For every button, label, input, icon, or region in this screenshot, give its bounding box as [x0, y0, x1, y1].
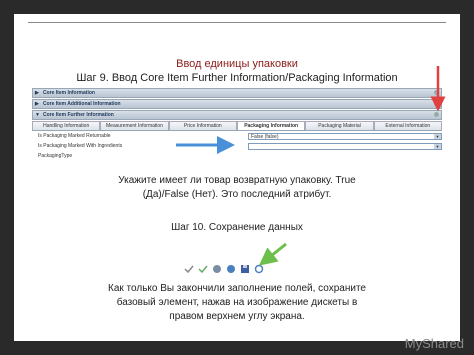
tab-packaging[interactable]: Packaging Information — [236, 121, 306, 130]
close-icon[interactable] — [434, 112, 439, 117]
tab-handling[interactable]: Handling Information — [32, 121, 101, 130]
description-returnable: Укажите имеет ли товар возвратную упаков… — [118, 175, 356, 200]
screenshot-panel: ▶ Core Item Information ▶ Core Item Additi… — [32, 88, 442, 180]
toolbar-icons — [184, 261, 264, 274]
bar-core-item-further[interactable]: ▼ Core Item Further Information — [32, 110, 442, 120]
approve-icon[interactable] — [198, 261, 208, 274]
bar-core-item-additional[interactable]: ▶ Core Item Additional Information — [32, 99, 442, 109]
collapse-icon: ▼ — [35, 112, 40, 118]
refresh-icon[interactable] — [254, 261, 264, 274]
description-save: Как только Вы закончили заполнение полей… — [108, 283, 366, 322]
back-icon[interactable] — [212, 261, 222, 273]
close-icon[interactable] — [434, 90, 439, 95]
field-row: PackagingType — [32, 151, 442, 161]
globe-icon[interactable] — [226, 261, 236, 273]
slide-title: Ввод единицы упаковки — [176, 58, 298, 70]
chevron-down-icon: ▼ — [434, 133, 441, 139]
tab-price[interactable]: Price Information — [168, 121, 237, 130]
expand-icon: ▶ — [35, 90, 39, 96]
close-icon[interactable] — [434, 101, 439, 106]
field-row: Is Packaging Marked Returnable False (fa… — [32, 131, 442, 141]
ingredients-select[interactable]: ▼ — [248, 142, 442, 150]
field-label: Is Packaging Marked With Ingredients — [38, 143, 123, 149]
field-label: Is Packaging Marked Returnable — [38, 133, 111, 139]
step9-heading: Шаг 9. Ввод Core Item Further Informatio… — [76, 72, 398, 84]
tab-strip: Handling Information Measurement Informa… — [32, 121, 442, 131]
step10-heading: Шаг 10. Сохранение данных — [171, 222, 303, 233]
save-icon[interactable] — [240, 261, 250, 273]
green-arrow — [258, 242, 287, 266]
tab-external[interactable]: External Information — [373, 121, 442, 130]
top-rule — [28, 22, 446, 23]
check-icon[interactable] — [184, 261, 194, 274]
brand-logo: MyShared — [404, 336, 464, 351]
returnable-select[interactable]: False (false) ▼ — [248, 132, 442, 140]
slide: Ввод единицы упаковки Шаг 9. Ввод Core I… — [14, 14, 460, 341]
field-label: PackagingType — [38, 153, 73, 159]
tab-packaging-material[interactable]: Packaging Material — [305, 121, 374, 130]
chevron-down-icon: ▼ — [434, 143, 441, 149]
expand-icon: ▶ — [35, 101, 39, 107]
tab-measurement[interactable]: Measurement Information — [100, 121, 169, 130]
field-row: Is Packaging Marked With Ingredients ▼ — [32, 141, 442, 151]
bar-core-item-info[interactable]: ▶ Core Item Information — [32, 88, 442, 98]
